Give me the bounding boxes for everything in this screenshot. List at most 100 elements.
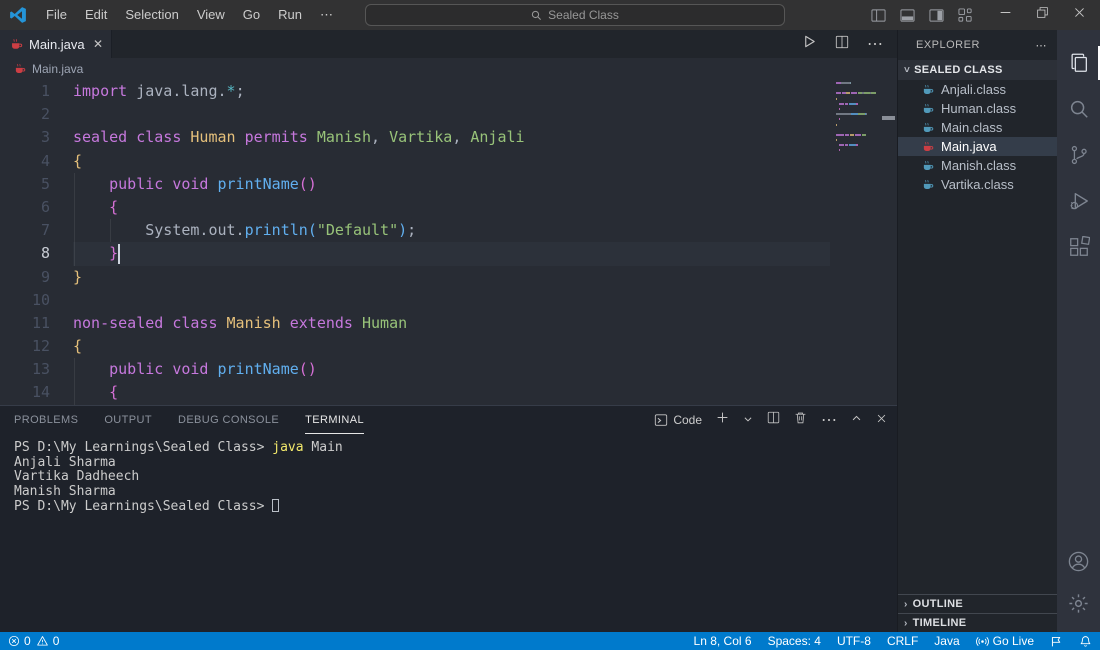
customize-layout-icon[interactable] [958,8,973,23]
panel-more-actions-icon[interactable]: ⋯ [821,410,837,430]
go-live-button[interactable]: Go Live [976,634,1034,648]
settings-gear-icon[interactable] [1057,582,1100,624]
encoding[interactable]: UTF-8 [837,634,871,648]
timeline-section[interactable]: › TIMELINE [898,613,1057,632]
run-file-button[interactable] [802,34,817,54]
menu-overflow[interactable]: ⋯ [311,0,342,30]
language-mode[interactable]: Java [934,634,959,648]
split-editor-icon[interactable] [835,35,849,54]
code-text: { [50,381,118,404]
folder-section-header[interactable]: ˅ SEALED CLASS [898,60,1057,80]
toggle-panel-icon[interactable] [900,8,915,23]
code-line-11: 11non-sealed class Manish extends Human [0,312,897,335]
tab-main-java[interactable]: Main.java ✕ [0,30,112,58]
file-row-anjali-class[interactable]: Anjali.class [898,80,1057,99]
explorer-sidebar: EXPLORER ⋯ ˅ SEALED CLASS Anjali.class H… [897,30,1057,632]
line-number: 13 [0,358,50,381]
line-number: 8 [0,242,50,265]
vscode-logo-icon [9,6,27,24]
vscode-window: File Edit Selection View Go Run ⋯ ← → Se… [0,0,1100,650]
menu-edit[interactable]: Edit [76,0,116,30]
status-bar: 0 0 Ln 8, Col 6 Spaces: 4 UTF-8 CRLF Jav… [0,632,1100,650]
java-file-icon [14,63,26,75]
outline-section[interactable]: › OUTLINE [898,594,1057,613]
java-file-icon [922,141,934,153]
line-number: 11 [0,312,50,335]
breadcrumb-file: Main.java [32,62,83,76]
eol-sequence[interactable]: CRLF [887,634,918,648]
tab-problems[interactable]: PROBLEMS [14,406,78,434]
menu-file[interactable]: File [37,0,76,30]
minimap-line [836,129,878,131]
activity-bar [1057,30,1100,632]
class-file-icon [922,160,934,172]
command-center-search[interactable]: Sealed Class [365,4,785,26]
close-window-button[interactable] [1073,6,1086,24]
file-row-manish-class[interactable]: Manish.class [898,156,1057,175]
problems-errors[interactable]: 0 [8,634,31,648]
code-text: } [50,242,118,265]
kill-terminal-icon[interactable] [794,411,807,429]
code-text: { [50,335,82,358]
split-terminal-icon[interactable] [767,411,780,429]
tab-close-icon[interactable]: ✕ [93,37,103,51]
file-row-vartika-class[interactable]: Vartika.class [898,175,1057,194]
line-number: 12 [0,335,50,358]
chevron-right-icon: › [904,599,908,610]
tab-terminal[interactable]: TERMINAL [305,406,364,434]
code-line-12: 12{ [0,335,897,358]
title-bar: File Edit Selection View Go Run ⋯ ← → Se… [0,0,1100,30]
minimap-line [836,139,878,141]
breadcrumb[interactable]: Main.java [0,58,897,80]
class-file-icon [922,122,934,134]
code-line-4: 4{ [0,150,897,173]
run-debug-activity-icon[interactable] [1057,180,1100,222]
terminal-line: Anjali Sharma [14,456,897,471]
feedback-flag-icon[interactable] [1050,635,1063,648]
cursor-position[interactable]: Ln 8, Col 6 [694,634,752,648]
tab-bar: Main.java ✕ ⋯ [0,30,897,58]
code-editor[interactable]: 1import java.lang.*;23sealed class Human… [0,80,897,405]
toggle-sidebar-icon[interactable] [871,8,886,23]
new-terminal-button[interactable] [716,411,729,429]
restore-button[interactable] [1036,6,1049,24]
code-line-7: 7 System.out.println("Default"); [0,219,897,242]
extensions-activity-icon[interactable] [1057,226,1100,268]
line-number: 2 [0,103,50,126]
minimize-button[interactable] [999,6,1012,24]
code-text: non-sealed class Manish extends Human [50,312,407,335]
warning-count: 0 [53,634,60,648]
menu-run[interactable]: Run [269,0,311,30]
account-icon[interactable] [1057,540,1100,582]
explorer-activity-icon[interactable] [1057,42,1100,84]
problems-warnings[interactable]: 0 [36,634,60,648]
search-activity-icon[interactable] [1057,88,1100,130]
tab-debug-console[interactable]: DEBUG CONSOLE [178,406,279,434]
close-panel-icon[interactable] [876,411,887,429]
maximize-panel-icon[interactable] [851,411,862,429]
notifications-bell-icon[interactable] [1079,635,1092,648]
tab-output[interactable]: OUTPUT [104,406,152,434]
indentation[interactable]: Spaces: 4 [768,634,821,648]
code-line-14: 14 { [0,381,897,404]
menu-view[interactable]: View [188,0,234,30]
more-actions-icon[interactable]: ⋯ [867,34,883,54]
terminal-dropdown-chevron-icon[interactable] [743,411,753,429]
file-row-main-java[interactable]: Main.java [898,137,1057,156]
terminal-shell-button[interactable]: Code [654,413,702,427]
explorer-more-actions-icon[interactable]: ⋯ [1036,39,1048,52]
file-row-human-class[interactable]: Human.class [898,99,1057,118]
terminal-output[interactable]: PS D:\My Learnings\Sealed Class> java Ma… [0,434,897,515]
search-icon [531,10,542,21]
minimap[interactable] [836,82,878,155]
line-number: 1 [0,80,50,103]
file-row-main-class[interactable]: Main.class [898,118,1057,137]
menu-selection[interactable]: Selection [116,0,187,30]
source-control-activity-icon[interactable] [1057,134,1100,176]
toggle-secondary-sidebar-icon[interactable] [929,8,944,23]
file-name: Manish.class [941,158,1016,173]
minimap-line [836,134,878,136]
code-line-3: 3sealed class Human permits Manish, Vart… [0,126,897,149]
menu-go[interactable]: Go [234,0,269,30]
code-line-9: 9} [0,266,897,289]
